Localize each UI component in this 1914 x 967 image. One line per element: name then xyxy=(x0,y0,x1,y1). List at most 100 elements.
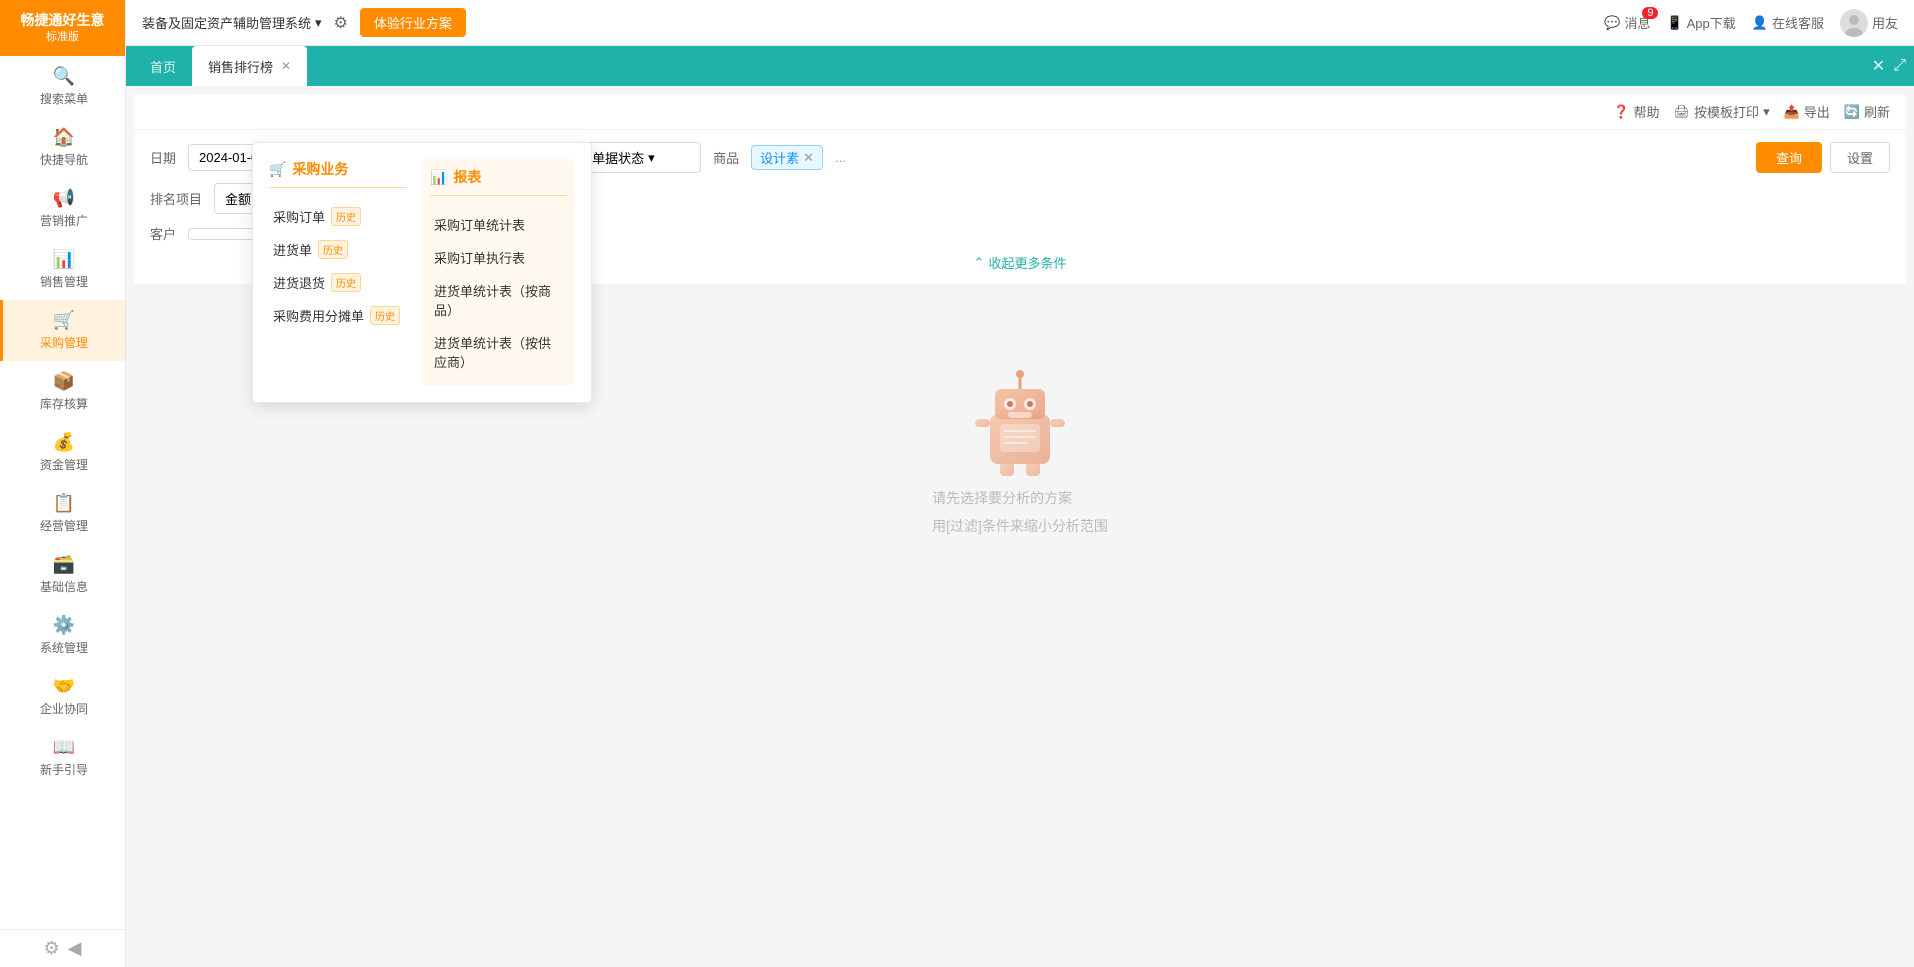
logo-sub: 标准版 xyxy=(46,28,79,44)
sidebar-settings-button[interactable]: ⚙ xyxy=(44,938,60,959)
system-title-dropdown[interactable]: 装备及固定资产辅助管理系统 ▾ xyxy=(142,13,322,32)
export-button[interactable]: 📤 导出 xyxy=(1784,102,1830,121)
history-badge-0: 历史 xyxy=(331,207,361,226)
empty-robot-icon xyxy=(960,364,1080,484)
purchase-report-label: 报表 xyxy=(453,167,481,187)
export-label: 导出 xyxy=(1804,102,1830,121)
topbar-right: 💬 消息 9 📱 App下载 👤 在线客服 用友 xyxy=(1604,9,1898,37)
history-badge-1: 历史 xyxy=(318,240,348,259)
return-label: 进货退货 xyxy=(273,273,325,292)
menu-item-cost[interactable]: 采购费用分摊单 历史 xyxy=(269,299,406,332)
tab-close-icon[interactable]: ✕ xyxy=(281,59,291,73)
tab-home-label: 首页 xyxy=(150,57,176,76)
finance-icon: 💰 xyxy=(53,432,75,453)
sidebar-item-sales[interactable]: 📊 销售管理 xyxy=(0,239,125,300)
menu-item-incoming-stats-goods[interactable]: 进货单统计表（按商品） xyxy=(430,274,567,326)
dropdown-chevron-icon: ▾ xyxy=(315,15,322,31)
print-label: 按模板打印 xyxy=(1694,102,1759,121)
sidebar-item-inventory[interactable]: 📦 库存核算 xyxy=(0,361,125,422)
order-exec-label: 采购订单执行表 xyxy=(434,248,525,267)
menu-item-order-exec[interactable]: 采购订单执行表 xyxy=(430,241,567,274)
cost-label: 采购费用分摊单 xyxy=(273,306,364,325)
menu-item-purchase-order[interactable]: 采购订单 历史 xyxy=(269,200,406,233)
goods-tag[interactable]: 设计素 ✕ xyxy=(751,145,823,170)
report-icon: 📊 xyxy=(430,169,447,186)
sidebar-item-enterprise[interactable]: 🤝 企业协同 xyxy=(0,666,125,727)
query-button[interactable]: 查询 xyxy=(1756,142,1822,173)
tabbar-actions: ✕ ⤢ xyxy=(1872,56,1906,76)
online-service-button[interactable]: 👤 在线客服 xyxy=(1752,13,1824,32)
content-area: ❓ 帮助 🖨 按模板打印 ▾ 📤 导出 🔄 刷新 xyxy=(126,86,1914,967)
basic-info-icon: 🗃️ xyxy=(53,554,75,575)
export-icon: 📤 xyxy=(1784,104,1800,120)
sidebar-item-label: 搜索菜单 xyxy=(40,90,88,107)
home-icon: 🏠 xyxy=(53,127,75,148)
sidebar-item-label: 企业协同 xyxy=(40,700,88,717)
goods-more-button[interactable]: ... xyxy=(835,150,846,165)
goods-tag-close-icon[interactable]: ✕ xyxy=(803,150,814,166)
menu-item-incoming-stats-supplier[interactable]: 进货单统计表（按供应商） xyxy=(430,326,567,378)
sales-icon: 📊 xyxy=(53,249,75,270)
app-download-button[interactable]: 📱 App下载 xyxy=(1666,13,1735,32)
print-button[interactable]: 🖨 按模板打印 ▾ xyxy=(1674,102,1770,121)
settings-button[interactable]: 设置 xyxy=(1830,142,1890,173)
sidebar-item-finance[interactable]: 💰 资金管理 xyxy=(0,422,125,483)
operations-icon: 📋 xyxy=(53,493,75,514)
marketing-icon: 📢 xyxy=(53,188,75,209)
date-label: 日期 xyxy=(150,148,176,167)
refresh-label: 刷新 xyxy=(1864,102,1890,121)
purchase-order-label: 采购订单 xyxy=(273,207,325,226)
user-profile[interactable]: 用友 xyxy=(1840,9,1898,37)
sidebar-item-quick-nav[interactable]: 🏠 快捷导航 xyxy=(0,117,125,178)
online-service-label: 在线客服 xyxy=(1772,13,1824,32)
print-icon: 🖨 xyxy=(1674,104,1691,120)
app-logo: 畅捷通好生意 标准版 xyxy=(0,0,125,56)
sidebar-item-marketing[interactable]: 📢 营销推广 xyxy=(0,178,125,239)
sidebar-item-label: 采购管理 xyxy=(40,334,88,351)
search-icon: 🔍 xyxy=(53,66,75,87)
topbar-settings-icon[interactable]: ⚙ xyxy=(334,13,348,33)
messages-button[interactable]: 💬 消息 9 xyxy=(1604,13,1650,32)
sidebar-item-guide[interactable]: 📖 新手引导 xyxy=(0,727,125,788)
help-button[interactable]: ❓ 帮助 xyxy=(1613,102,1659,121)
sidebar-item-label: 资金管理 xyxy=(40,456,88,473)
sidebar-item-purchase[interactable]: 🛒 采购管理 xyxy=(0,300,125,361)
tab-close-all-button[interactable]: ✕ xyxy=(1872,56,1885,76)
help-icon: ❓ xyxy=(1613,104,1629,120)
rank-value: 金额 xyxy=(225,189,251,208)
trial-button[interactable]: 体验行业方案 xyxy=(360,8,466,37)
purchase-icon: 🛒 xyxy=(269,161,286,178)
history-badge-3: 历史 xyxy=(370,306,400,325)
incoming-stats-supplier-label: 进货单统计表（按供应商） xyxy=(434,333,563,371)
rank-label: 排名项目 xyxy=(150,189,202,208)
sidebar-item-system[interactable]: ⚙️ 系统管理 xyxy=(0,605,125,666)
menu-item-return[interactable]: 进货退货 历史 xyxy=(269,266,406,299)
chevron-up-icon: ⌃ xyxy=(974,255,985,271)
incoming-stats-goods-label: 进货单统计表（按商品） xyxy=(434,281,563,319)
sidebar-item-label: 基础信息 xyxy=(40,578,88,595)
user-label: 用友 xyxy=(1872,13,1898,32)
sidebar-collapse-button[interactable]: ◀ xyxy=(68,938,82,959)
refresh-icon: 🔄 xyxy=(1844,104,1860,120)
sidebar-item-label: 经营管理 xyxy=(40,517,88,534)
menu-item-order-stats[interactable]: 采购订单统计表 xyxy=(430,208,567,241)
tab-maximize-button[interactable]: ⤢ xyxy=(1893,57,1906,75)
collapse-label: 收起更多条件 xyxy=(988,253,1066,272)
refresh-button[interactable]: 🔄 刷新 xyxy=(1844,102,1890,121)
empty-text-line1: 请先选择要分析的方案 用[过滤]条件来缩小分析范围 xyxy=(932,484,1108,540)
menu-item-incoming[interactable]: 进货单 历史 xyxy=(269,233,406,266)
order-stats-label: 采购订单统计表 xyxy=(434,215,525,234)
voucher-status-select[interactable]: 单据状态 ▾ xyxy=(581,142,701,173)
purchase-dropdown-menu[interactable]: 🛒 采购业务 采购订单 历史 进货单 历史 进货退货 xyxy=(252,142,592,403)
sidebar: 畅捷通好生意 标准版 🔍 搜索菜单 🏠 快捷导航 📢 营销推广 📊 销售管理 🛒… xyxy=(0,0,126,967)
incoming-label: 进货单 xyxy=(273,240,312,259)
tab-home[interactable]: 首页 xyxy=(134,46,192,86)
sidebar-item-basic-info[interactable]: 🗃️ 基础信息 xyxy=(0,544,125,605)
sidebar-item-operations[interactable]: 📋 经营管理 xyxy=(0,483,125,544)
voucher-status-value: 单据状态 xyxy=(592,148,644,167)
tab-sales-ranking[interactable]: 销售排行榜 ✕ xyxy=(192,46,307,86)
sidebar-item-label: 营销推广 xyxy=(40,212,88,229)
sidebar-item-search[interactable]: 🔍 搜索菜单 xyxy=(0,56,125,117)
guide-icon: 📖 xyxy=(53,737,75,758)
sidebar-item-label: 快捷导航 xyxy=(40,151,88,168)
